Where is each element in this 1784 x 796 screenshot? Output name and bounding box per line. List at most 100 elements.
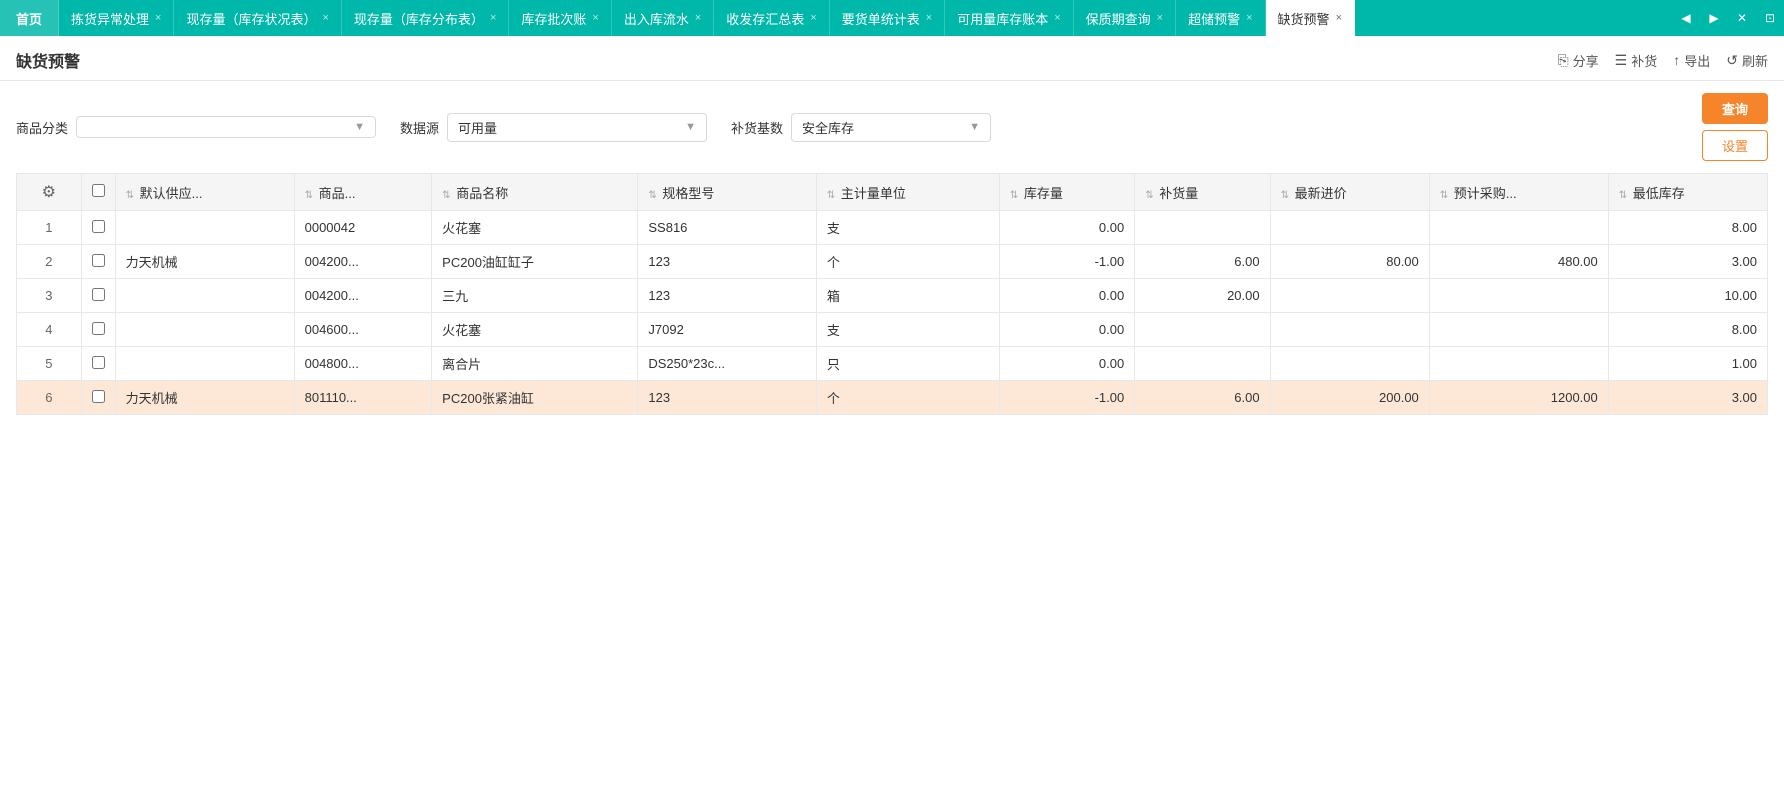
tab-avail-close[interactable]: × [1054,12,1060,24]
sort-icon-spec: ⇅ [648,190,656,201]
row-stock-5: -1.00 [999,381,1134,415]
tab-flow-label: 出入库流水 [624,9,689,28]
tab-pick[interactable]: 拣货异常处理 × [59,0,174,36]
tab-summary-label: 收发存汇总表 [726,9,804,28]
tab-summary-close[interactable]: × [810,12,816,24]
row-cb-5[interactable] [81,381,115,415]
share-button[interactable]: ⎘ 分享 [1557,51,1598,70]
tab-batch[interactable]: 库存批次账 × [509,0,611,36]
col-latest-price[interactable]: ⇅ 最新进价 [1270,174,1429,211]
replenish-button[interactable]: ☰ 补货 [1615,51,1658,70]
query-button[interactable]: 查询 [1702,93,1768,124]
tab-pick-label: 拣货异常处理 [71,9,149,28]
row-product-name-0: 火花塞 [432,211,638,245]
tab-inv1[interactable]: 现存量（库存状况表） × [174,0,341,36]
row-latest-price-3 [1270,313,1429,347]
column-settings-icon[interactable]: ⚙ [42,182,56,202]
sort-icon-product-name: ⇅ [442,190,450,201]
col-checkbox[interactable] [81,174,115,211]
tab-flow[interactable]: 出入库流水 × [612,0,714,36]
col-spec-label: 规格型号 [662,186,714,201]
col-spec[interactable]: ⇅ 规格型号 [638,174,817,211]
tab-summary[interactable]: 收发存汇总表 × [714,0,829,36]
table-body: 1 0000042 火花塞 SS816 支 0.00 8.00 2 力天机械 0… [17,211,1768,415]
tab-avail[interactable]: 可用量库存账本 × [945,0,1073,36]
tab-expire[interactable]: 保质期查询 × [1074,0,1176,36]
sort-icon-product-id: ⇅ [305,190,313,201]
row-min-stock-3: 8.00 [1608,313,1767,347]
tab-flow-close[interactable]: × [695,12,701,24]
sort-icon-unit: ⇅ [827,190,835,201]
row-replenish-qty-3 [1135,313,1270,347]
col-est-purchase[interactable]: ⇅ 预计采购... [1429,174,1608,211]
row-latest-price-0 [1270,211,1429,245]
tab-inv2-close[interactable]: × [490,12,496,24]
row-replenish-qty-0 [1135,211,1270,245]
col-unit[interactable]: ⇅ 主计量单位 [816,174,999,211]
col-product-id[interactable]: ⇅ 商品... [294,174,432,211]
col-replenish-qty[interactable]: ⇅ 补货量 [1135,174,1270,211]
tab-next-btn[interactable]: ▶ [1700,11,1728,25]
row-cb-0[interactable] [81,211,115,245]
row-product-id-3: 004600... [294,313,432,347]
replenish-icon: ☰ [1615,52,1628,69]
setting-button[interactable]: 设置 [1702,130,1768,161]
tab-expand-btn[interactable]: ⊡ [1756,11,1784,25]
row-est-purchase-1: 480.00 [1429,245,1608,279]
row-cb-1[interactable] [81,245,115,279]
refresh-button[interactable]: ↺ 刷新 [1726,51,1768,70]
export-icon: ↑ [1673,52,1680,68]
row-product-name-5: PC200张紧油缸 [432,381,638,415]
tab-overstock[interactable]: 超储预警 × [1176,0,1265,36]
tab-inv1-close[interactable]: × [322,12,328,24]
col-gear[interactable]: ⚙ [17,174,82,211]
row-cb-2[interactable] [81,279,115,313]
datasource-select[interactable]: 可用量 ▼ [447,113,707,142]
row-cb-3[interactable] [81,313,115,347]
row-stock-0: 0.00 [999,211,1134,245]
tab-home[interactable]: 首页 [0,0,59,36]
datasource-value: 可用量 [458,118,497,137]
category-filter: 商品分类 ▼ [16,116,376,138]
datasource-label: 数据源 [400,118,439,137]
tab-shortage[interactable]: 缺货预警 × [1266,0,1355,36]
select-all-checkbox[interactable] [92,184,105,197]
row-latest-price-5: 200.00 [1270,381,1429,415]
tab-pick-close[interactable]: × [155,12,161,24]
tab-order-label: 要货单统计表 [842,9,920,28]
tab-overstock-close[interactable]: × [1246,12,1252,24]
tab-order-close[interactable]: × [926,12,932,24]
col-stock[interactable]: ⇅ 库存量 [999,174,1134,211]
export-button[interactable]: ↑ 导出 [1673,51,1710,70]
row-replenish-qty-1: 6.00 [1135,245,1270,279]
tab-close-btn[interactable]: ✕ [1728,11,1756,25]
row-min-stock-1: 3.00 [1608,245,1767,279]
tab-expire-close[interactable]: × [1157,12,1163,24]
header-actions: ⎘ 分享 ☰ 补货 ↑ 导出 ↺ 刷新 [1557,51,1768,70]
row-spec-4: DS250*23c... [638,347,817,381]
row-unit-4: 只 [816,347,999,381]
row-stock-3: 0.00 [999,313,1134,347]
row-cb-4[interactable] [81,347,115,381]
row-spec-5: 123 [638,381,817,415]
row-spec-2: 123 [638,279,817,313]
share-label: 分享 [1573,51,1599,70]
tab-order[interactable]: 要货单统计表 × [830,0,945,36]
row-est-purchase-2 [1429,279,1608,313]
table-row: 1 0000042 火花塞 SS816 支 0.00 8.00 [17,211,1768,245]
tab-prev-btn[interactable]: ◀ [1672,11,1700,25]
col-min-stock[interactable]: ⇅ 最低库存 [1608,174,1767,211]
row-product-id-4: 004800... [294,347,432,381]
button-group: 查询 设置 [1702,93,1768,161]
col-est-purchase-label: 预计采购... [1454,186,1517,201]
tab-batch-close[interactable]: × [592,12,598,24]
replenish-base-select[interactable]: 安全库存 ▼ [791,113,991,142]
tab-home-label: 首页 [16,9,42,28]
category-select[interactable]: ▼ [76,116,376,138]
tab-shortage-close[interactable]: × [1336,12,1342,24]
row-replenish-qty-2: 20.00 [1135,279,1270,313]
row-supplier-1: 力天机械 [115,245,294,279]
tab-inv2[interactable]: 现存量（库存分布表） × [342,0,509,36]
col-product-name[interactable]: ⇅ 商品名称 [432,174,638,211]
col-supplier[interactable]: ⇅ 默认供应... [115,174,294,211]
